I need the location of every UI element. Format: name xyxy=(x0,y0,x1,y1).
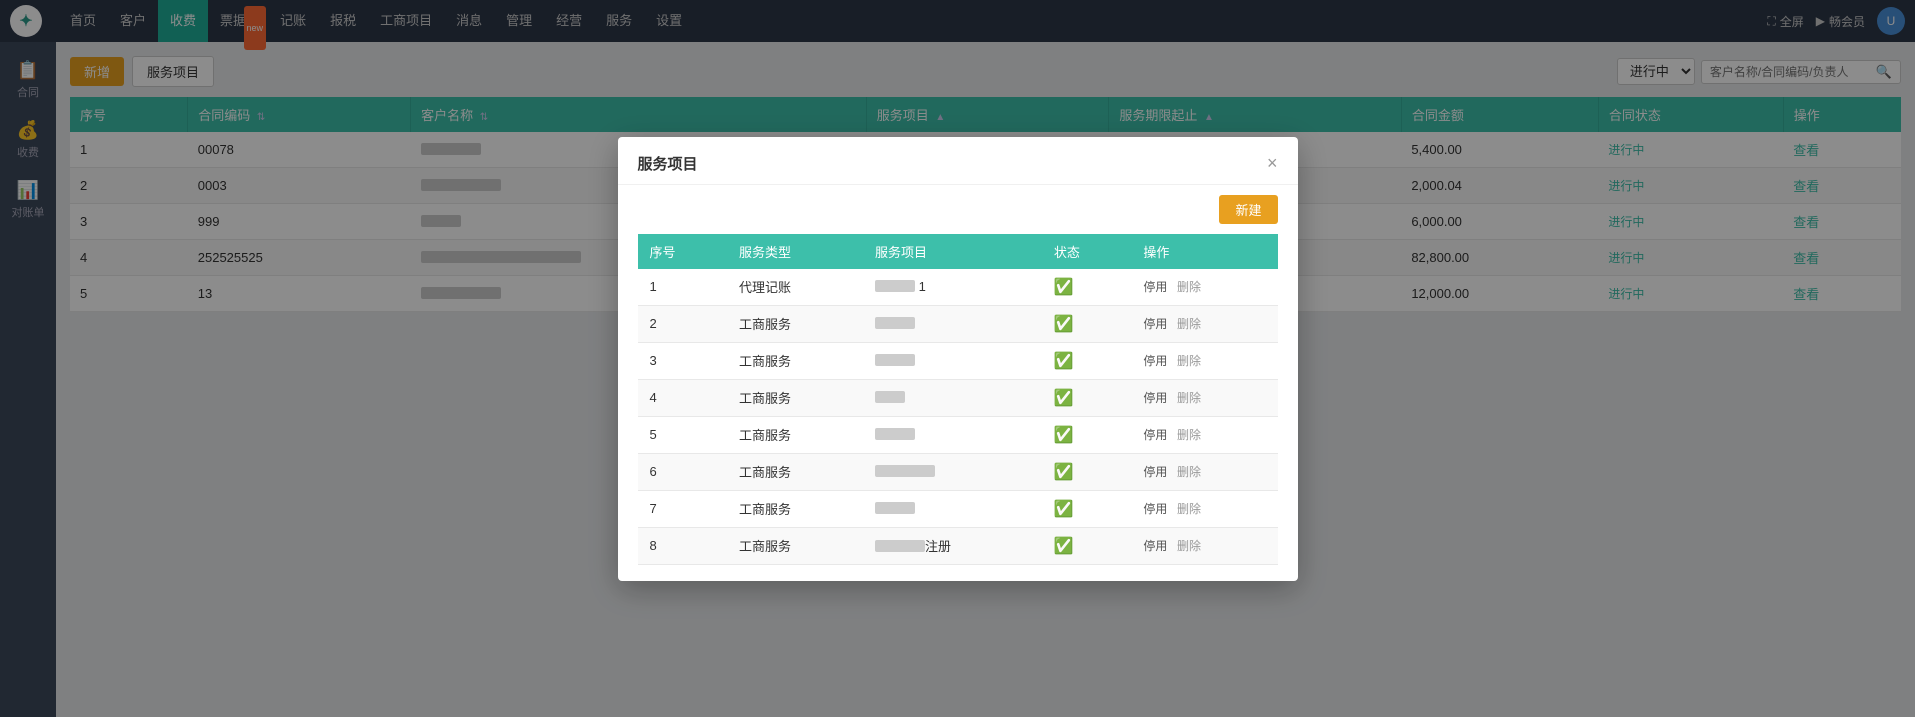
modal-table-row: 8 工商服务 注册 ✅ 停用 删除 xyxy=(638,527,1278,564)
modal-cell-actions: 停用 删除 xyxy=(1131,453,1277,490)
delete-button[interactable]: 删除 xyxy=(1177,539,1201,553)
modal-cell-type: 工商服务 xyxy=(727,416,863,453)
service-items-modal: 服务项目 × 新建 序号 服务类型 服务项目 状态 操作 1 代理记账 xyxy=(618,137,1298,581)
modal-cell-actions: 停用 删除 xyxy=(1131,342,1277,379)
modal-cell-actions: 停用 删除 xyxy=(1131,305,1277,342)
modal-cell-actions: 停用 删除 xyxy=(1131,490,1277,527)
stop-button[interactable]: 停用 xyxy=(1143,354,1167,368)
modal-cell-seq: 7 xyxy=(638,490,727,527)
modal-cell-type: 工商服务 xyxy=(727,342,863,379)
status-ok-icon: ✅ xyxy=(1054,538,1074,555)
modal-cell-seq: 3 xyxy=(638,342,727,379)
status-ok-icon: ✅ xyxy=(1054,427,1074,444)
modal-cell-type: 工商服务 xyxy=(727,527,863,564)
modal-table-row: 6 工商服务 ✅ 停用 删除 xyxy=(638,453,1278,490)
stop-button[interactable]: 停用 xyxy=(1143,391,1167,405)
delete-button[interactable]: 删除 xyxy=(1177,391,1201,405)
modal-cell-seq: 4 xyxy=(638,379,727,416)
status-ok-icon: ✅ xyxy=(1054,316,1074,333)
modal-col-item: 服务项目 xyxy=(863,234,1042,269)
modal-cell-item xyxy=(863,379,1042,416)
modal-cell-type: 工商服务 xyxy=(727,305,863,342)
modal-cell-status: ✅ xyxy=(1042,269,1131,306)
modal-table-row: 4 工商服务 ✅ 停用 删除 xyxy=(638,379,1278,416)
modal-cell-item: 注册 xyxy=(863,527,1042,564)
stop-button[interactable]: 停用 xyxy=(1143,502,1167,516)
status-ok-icon: ✅ xyxy=(1054,464,1074,481)
modal-cell-status: ✅ xyxy=(1042,527,1131,564)
modal-cell-status: ✅ xyxy=(1042,305,1131,342)
modal-table-row: 7 工商服务 ✅ 停用 删除 xyxy=(638,490,1278,527)
stop-button[interactable]: 停用 xyxy=(1143,317,1167,331)
modal-cell-actions: 停用 删除 xyxy=(1131,379,1277,416)
modal-cell-type: 代理记账 xyxy=(727,269,863,306)
status-ok-icon: ✅ xyxy=(1054,390,1074,407)
delete-button[interactable]: 删除 xyxy=(1177,317,1201,331)
modal-table-row: 3 工商服务 ✅ 停用 删除 xyxy=(638,342,1278,379)
modal-cell-seq: 5 xyxy=(638,416,727,453)
modal-cell-type: 工商服务 xyxy=(727,453,863,490)
status-ok-icon: ✅ xyxy=(1054,353,1074,370)
modal-cell-type: 工商服务 xyxy=(727,490,863,527)
delete-button[interactable]: 删除 xyxy=(1177,354,1201,368)
delete-button[interactable]: 删除 xyxy=(1177,465,1201,479)
modal-cell-actions: 停用 删除 xyxy=(1131,269,1277,306)
modal-col-action: 操作 xyxy=(1131,234,1277,269)
stop-button[interactable]: 停用 xyxy=(1143,428,1167,442)
delete-button[interactable]: 删除 xyxy=(1177,428,1201,442)
modal-cell-actions: 停用 删除 xyxy=(1131,416,1277,453)
status-ok-icon: ✅ xyxy=(1054,279,1074,296)
modal-cell-actions: 停用 删除 xyxy=(1131,527,1277,564)
modal-title: 服务项目 xyxy=(638,153,698,174)
modal-cell-item xyxy=(863,416,1042,453)
stop-button[interactable]: 停用 xyxy=(1143,465,1167,479)
status-ok-icon: ✅ xyxy=(1054,501,1074,518)
modal-cell-seq: 1 xyxy=(638,269,727,306)
modal-cell-status: ✅ xyxy=(1042,379,1131,416)
modal-table-row: 5 工商服务 ✅ 停用 删除 xyxy=(638,416,1278,453)
modal-service-table: 序号 服务类型 服务项目 状态 操作 1 代理记账 1 ✅ 停用 删除 2 工商… xyxy=(638,234,1278,565)
modal-cell-item: 1 xyxy=(863,269,1042,306)
modal-cell-seq: 8 xyxy=(638,527,727,564)
modal-toolbar: 新建 xyxy=(618,185,1298,234)
modal-cell-item xyxy=(863,453,1042,490)
modal-header: 服务项目 × xyxy=(618,137,1298,185)
modal-col-type: 服务类型 xyxy=(727,234,863,269)
modal-table-row: 2 工商服务 ✅ 停用 删除 xyxy=(638,305,1278,342)
modal-new-button[interactable]: 新建 xyxy=(1219,195,1277,224)
modal-table-row: 1 代理记账 1 ✅ 停用 删除 xyxy=(638,269,1278,306)
modal-cell-seq: 2 xyxy=(638,305,727,342)
modal-cell-status: ✅ xyxy=(1042,342,1131,379)
delete-button[interactable]: 删除 xyxy=(1177,502,1201,516)
delete-button[interactable]: 删除 xyxy=(1177,280,1201,294)
modal-col-status: 状态 xyxy=(1042,234,1131,269)
modal-cell-status: ✅ xyxy=(1042,416,1131,453)
stop-button[interactable]: 停用 xyxy=(1143,280,1167,294)
modal-cell-type: 工商服务 xyxy=(727,379,863,416)
modal-col-seq: 序号 xyxy=(638,234,727,269)
modal-cell-seq: 6 xyxy=(638,453,727,490)
modal-cell-item xyxy=(863,490,1042,527)
modal-cell-item xyxy=(863,342,1042,379)
stop-button[interactable]: 停用 xyxy=(1143,539,1167,553)
modal-cell-status: ✅ xyxy=(1042,490,1131,527)
modal-cell-status: ✅ xyxy=(1042,453,1131,490)
modal-overlay[interactable]: 服务项目 × 新建 序号 服务类型 服务项目 状态 操作 1 代理记账 xyxy=(0,0,1915,717)
modal-close-button[interactable]: × xyxy=(1267,154,1278,172)
modal-cell-item xyxy=(863,305,1042,342)
modal-body: 序号 服务类型 服务项目 状态 操作 1 代理记账 1 ✅ 停用 删除 2 工商… xyxy=(618,234,1298,581)
